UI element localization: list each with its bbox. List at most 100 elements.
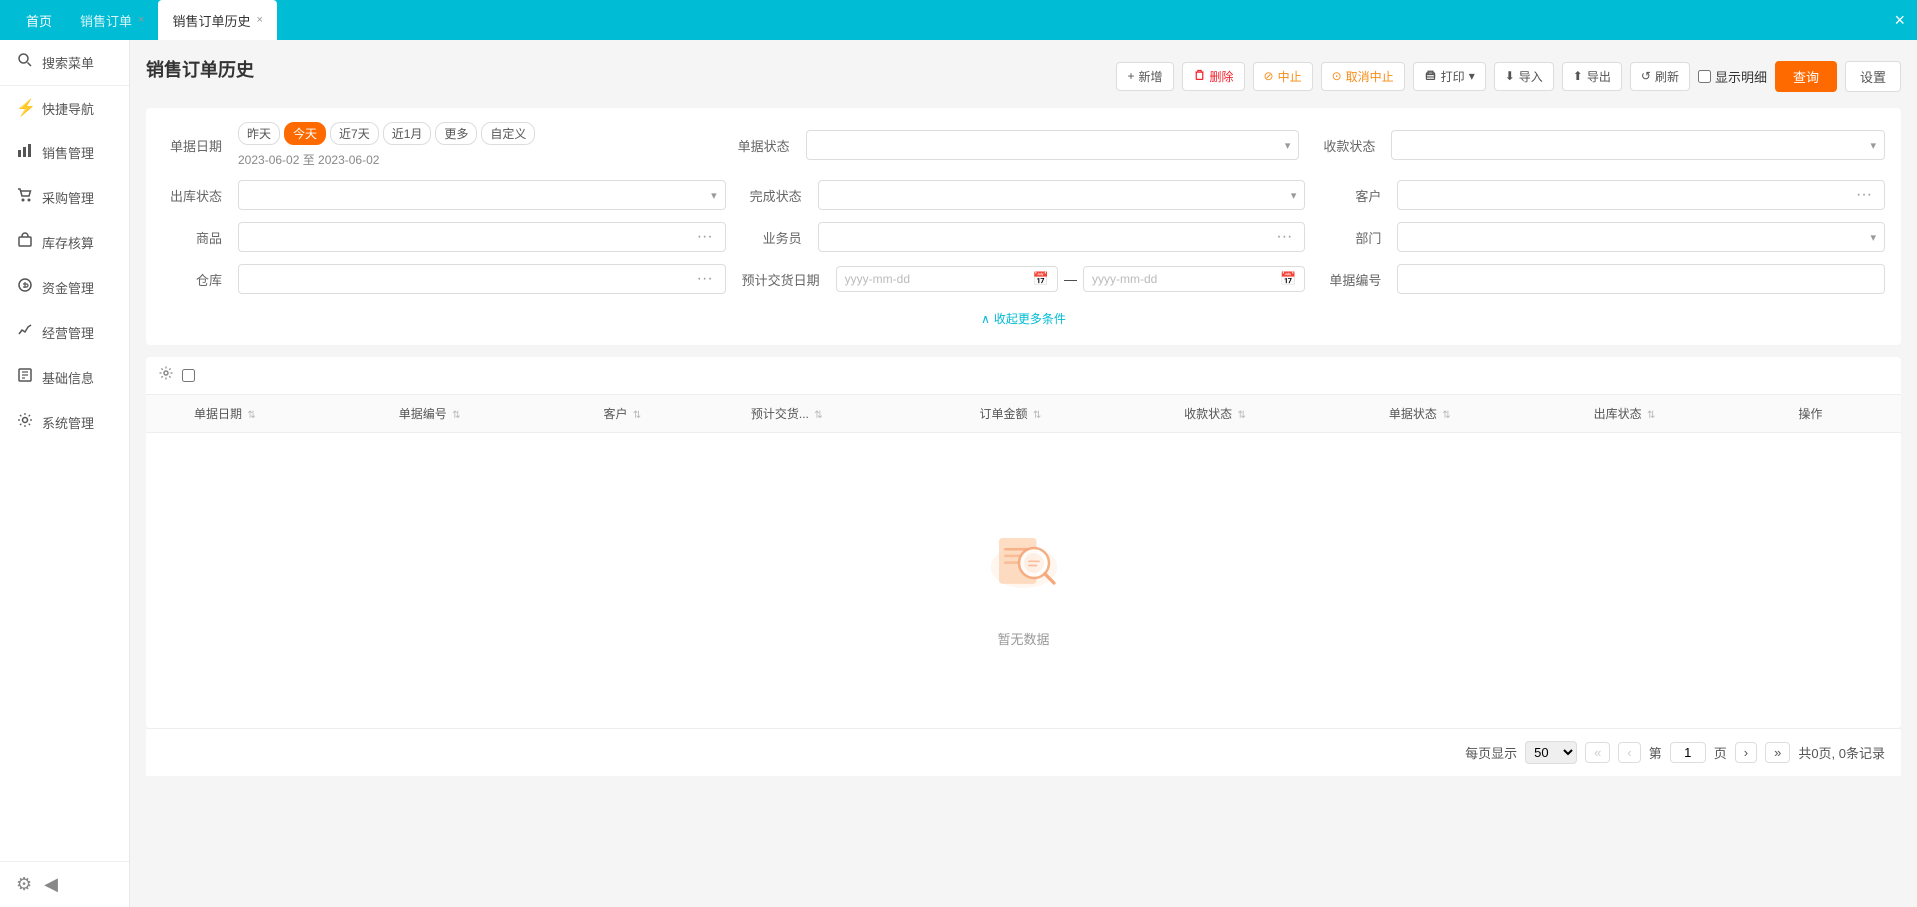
collapse-sidebar-icon[interactable]: ◀ xyxy=(44,874,58,895)
salesrep-label: 业务员 xyxy=(742,228,802,247)
query-button[interactable]: 查询 xyxy=(1775,61,1837,92)
sidebar: 搜索菜单 ⚡ 快捷导航 销售管理 采购管理 库存核算 xyxy=(0,40,130,907)
date-btn-yesterday[interactable]: 昨天 xyxy=(238,122,280,145)
sidebar-item-ops-mgmt[interactable]: 经营管理 xyxy=(0,310,129,355)
tab-home[interactable]: 首页 xyxy=(12,0,66,40)
collapse-more-btn[interactable]: ∧ 收起更多条件 xyxy=(162,306,1885,331)
last-page-btn[interactable]: » xyxy=(1765,742,1790,763)
delete-button[interactable]: 删除 xyxy=(1182,62,1245,91)
goods-ellipsis-icon[interactable]: ··· xyxy=(693,228,717,246)
th-receipt-status: 收款状态 ⇅ xyxy=(1172,395,1377,433)
sort-customer-icon[interactable]: ⇅ xyxy=(633,410,641,421)
display-toggle-checkbox[interactable] xyxy=(1698,70,1711,83)
sort-order-amount-icon[interactable]: ⇅ xyxy=(1033,410,1041,421)
table-header: 单据日期 ⇅ 单据编号 ⇅ 客户 ⇅ 预计交货... xyxy=(146,395,1901,433)
cancel-stop-button[interactable]: ⊙ 取消中止 xyxy=(1321,62,1405,91)
th-operation: 操作 xyxy=(1786,395,1901,433)
refresh-button[interactable]: ↺ 刷新 xyxy=(1630,62,1690,91)
sidebar-item-search-menu[interactable]: 搜索菜单 xyxy=(0,40,129,86)
sort-outbound-status-icon[interactable]: ⇅ xyxy=(1647,410,1655,421)
next-page-btn[interactable]: › xyxy=(1735,742,1757,763)
sort-date-icon[interactable]: ⇅ xyxy=(247,410,255,421)
empty-illustration xyxy=(974,513,1074,613)
sidebar-item-sales-mgmt[interactable]: 销售管理 xyxy=(0,130,129,175)
date-range: 2023-06-02 至 2023-06-02 xyxy=(238,151,714,168)
sys-mgmt-icon xyxy=(16,412,34,433)
sidebar-item-sys-mgmt[interactable]: 系统管理 xyxy=(0,400,129,445)
settings-bottom-icon[interactable]: ⚙ xyxy=(16,874,32,895)
export-button[interactable]: ⬆ 导出 xyxy=(1562,62,1622,91)
goods-label: 商品 xyxy=(162,228,222,247)
refresh-icon: ↺ xyxy=(1641,69,1651,83)
print-button[interactable]: 打印 ▾ xyxy=(1413,62,1486,91)
warehouse-ellipsis-icon[interactable]: ··· xyxy=(693,270,717,288)
goods-input[interactable]: ··· xyxy=(238,222,726,252)
import-button[interactable]: ⬇ 导入 xyxy=(1494,62,1554,91)
print-icon xyxy=(1424,68,1437,84)
table-container: 单据日期 ⇅ 单据编号 ⇅ 客户 ⇅ 预计交货... xyxy=(146,357,1901,728)
salesrep-input[interactable]: ··· xyxy=(818,222,1306,252)
sort-receipt-status-icon[interactable]: ⇅ xyxy=(1238,410,1246,421)
date-btn-more[interactable]: 更多 xyxy=(435,122,477,145)
setting-button[interactable]: 设置 xyxy=(1845,61,1901,92)
sidebar-item-purchase-mgmt[interactable]: 采购管理 xyxy=(0,175,129,220)
order-no-input[interactable] xyxy=(1397,264,1885,294)
date-quick-btns: 昨天 今天 近7天 近1月 更多 自定义 xyxy=(238,122,714,145)
salesrep-ellipsis-icon[interactable]: ··· xyxy=(1272,228,1296,246)
close-tab-sales-order[interactable]: × xyxy=(138,14,144,26)
add-button[interactable]: + 新增 xyxy=(1116,62,1173,91)
warehouse-label: 仓库 xyxy=(162,270,222,289)
page-input[interactable] xyxy=(1670,742,1706,763)
sort-doc-status-icon[interactable]: ⇅ xyxy=(1442,410,1450,421)
prev-page-btn[interactable]: ‹ xyxy=(1618,742,1640,763)
display-toggle[interactable]: 显示明细 xyxy=(1698,67,1767,86)
filter-row-1: 单据日期 昨天 今天 近7天 近1月 更多 自定义 2023-06-02 至 2… xyxy=(162,122,1885,168)
sidebar-label-quick-nav: 快捷导航 xyxy=(42,99,94,118)
th-checkbox xyxy=(146,395,182,433)
expected-delivery-start[interactable]: yyyy-mm-dd 📅 xyxy=(836,266,1058,292)
sort-expected-delivery-icon[interactable]: ⇅ xyxy=(814,410,822,421)
sidebar-label-inventory-mgmt: 库存核算 xyxy=(42,233,94,252)
first-page-btn[interactable]: « xyxy=(1585,742,1610,763)
date-btn-today[interactable]: 今天 xyxy=(284,122,326,145)
tab-sales-order-history[interactable]: 销售订单历史 × xyxy=(158,0,276,40)
top-bar: 首页 销售订单 × 销售订单历史 × × xyxy=(0,0,1917,40)
date-btn-custom[interactable]: 自定义 xyxy=(481,122,535,145)
receipt-status-select[interactable]: ▾ xyxy=(1391,130,1885,160)
data-table: 单据日期 ⇅ 单据编号 ⇅ 客户 ⇅ 预计交货... xyxy=(146,395,1901,433)
sort-no-icon[interactable]: ⇅ xyxy=(452,410,460,421)
receipt-status-arrow-icon: ▾ xyxy=(1870,139,1876,152)
select-all-checkbox[interactable] xyxy=(182,369,195,382)
th-outbound-status: 出库状态 ⇅ xyxy=(1582,395,1787,433)
window-close-icon[interactable]: × xyxy=(1894,10,1905,31)
completion-status-select[interactable]: ▾ xyxy=(818,180,1306,210)
receipt-status-label: 收款状态 xyxy=(1315,136,1375,155)
empty-text: 暂无数据 xyxy=(997,629,1049,648)
outbound-status-select[interactable]: ▾ xyxy=(238,180,726,210)
customer-ellipsis-icon[interactable]: ··· xyxy=(1852,186,1876,204)
sidebar-item-quick-nav[interactable]: ⚡ 快捷导航 xyxy=(0,86,129,130)
expected-delivery-end[interactable]: yyyy-mm-dd 📅 xyxy=(1083,266,1305,292)
dept-select[interactable]: ▾ xyxy=(1397,222,1885,252)
sidebar-item-finance-mgmt[interactable]: 资金管理 xyxy=(0,265,129,310)
basic-info-icon xyxy=(16,367,34,388)
table-toolbar xyxy=(146,357,1901,395)
filter-area: 单据日期 昨天 今天 近7天 近1月 更多 自定义 2023-06-02 至 2… xyxy=(146,108,1901,345)
doc-status-select[interactable]: ▾ xyxy=(806,130,1300,160)
sidebar-bottom: ⚙ ◀ xyxy=(0,861,129,907)
date-btn-7days[interactable]: 近7天 xyxy=(330,122,379,145)
warehouse-input[interactable]: ··· xyxy=(238,264,726,294)
per-page-label: 每页显示 xyxy=(1465,743,1517,762)
sidebar-item-inventory-mgmt[interactable]: 库存核算 xyxy=(0,220,129,265)
date-btn-1month[interactable]: 近1月 xyxy=(383,122,432,145)
th-doc-status: 单据状态 ⇅ xyxy=(1377,395,1582,433)
close-tab-sales-order-history[interactable]: × xyxy=(256,14,262,26)
tab-sales-order[interactable]: 销售订单 × xyxy=(66,0,158,40)
customer-input[interactable]: ··· xyxy=(1397,180,1885,210)
import-icon: ⬇ xyxy=(1505,69,1515,83)
table-settings-icon[interactable] xyxy=(158,365,174,386)
per-page-select[interactable]: 50 10 20 100 xyxy=(1525,741,1577,764)
stop-button[interactable]: ⊘ 中止 xyxy=(1253,62,1313,91)
sidebar-item-basic-info[interactable]: 基础信息 xyxy=(0,355,129,400)
th-customer: 客户 ⇅ xyxy=(591,395,738,433)
